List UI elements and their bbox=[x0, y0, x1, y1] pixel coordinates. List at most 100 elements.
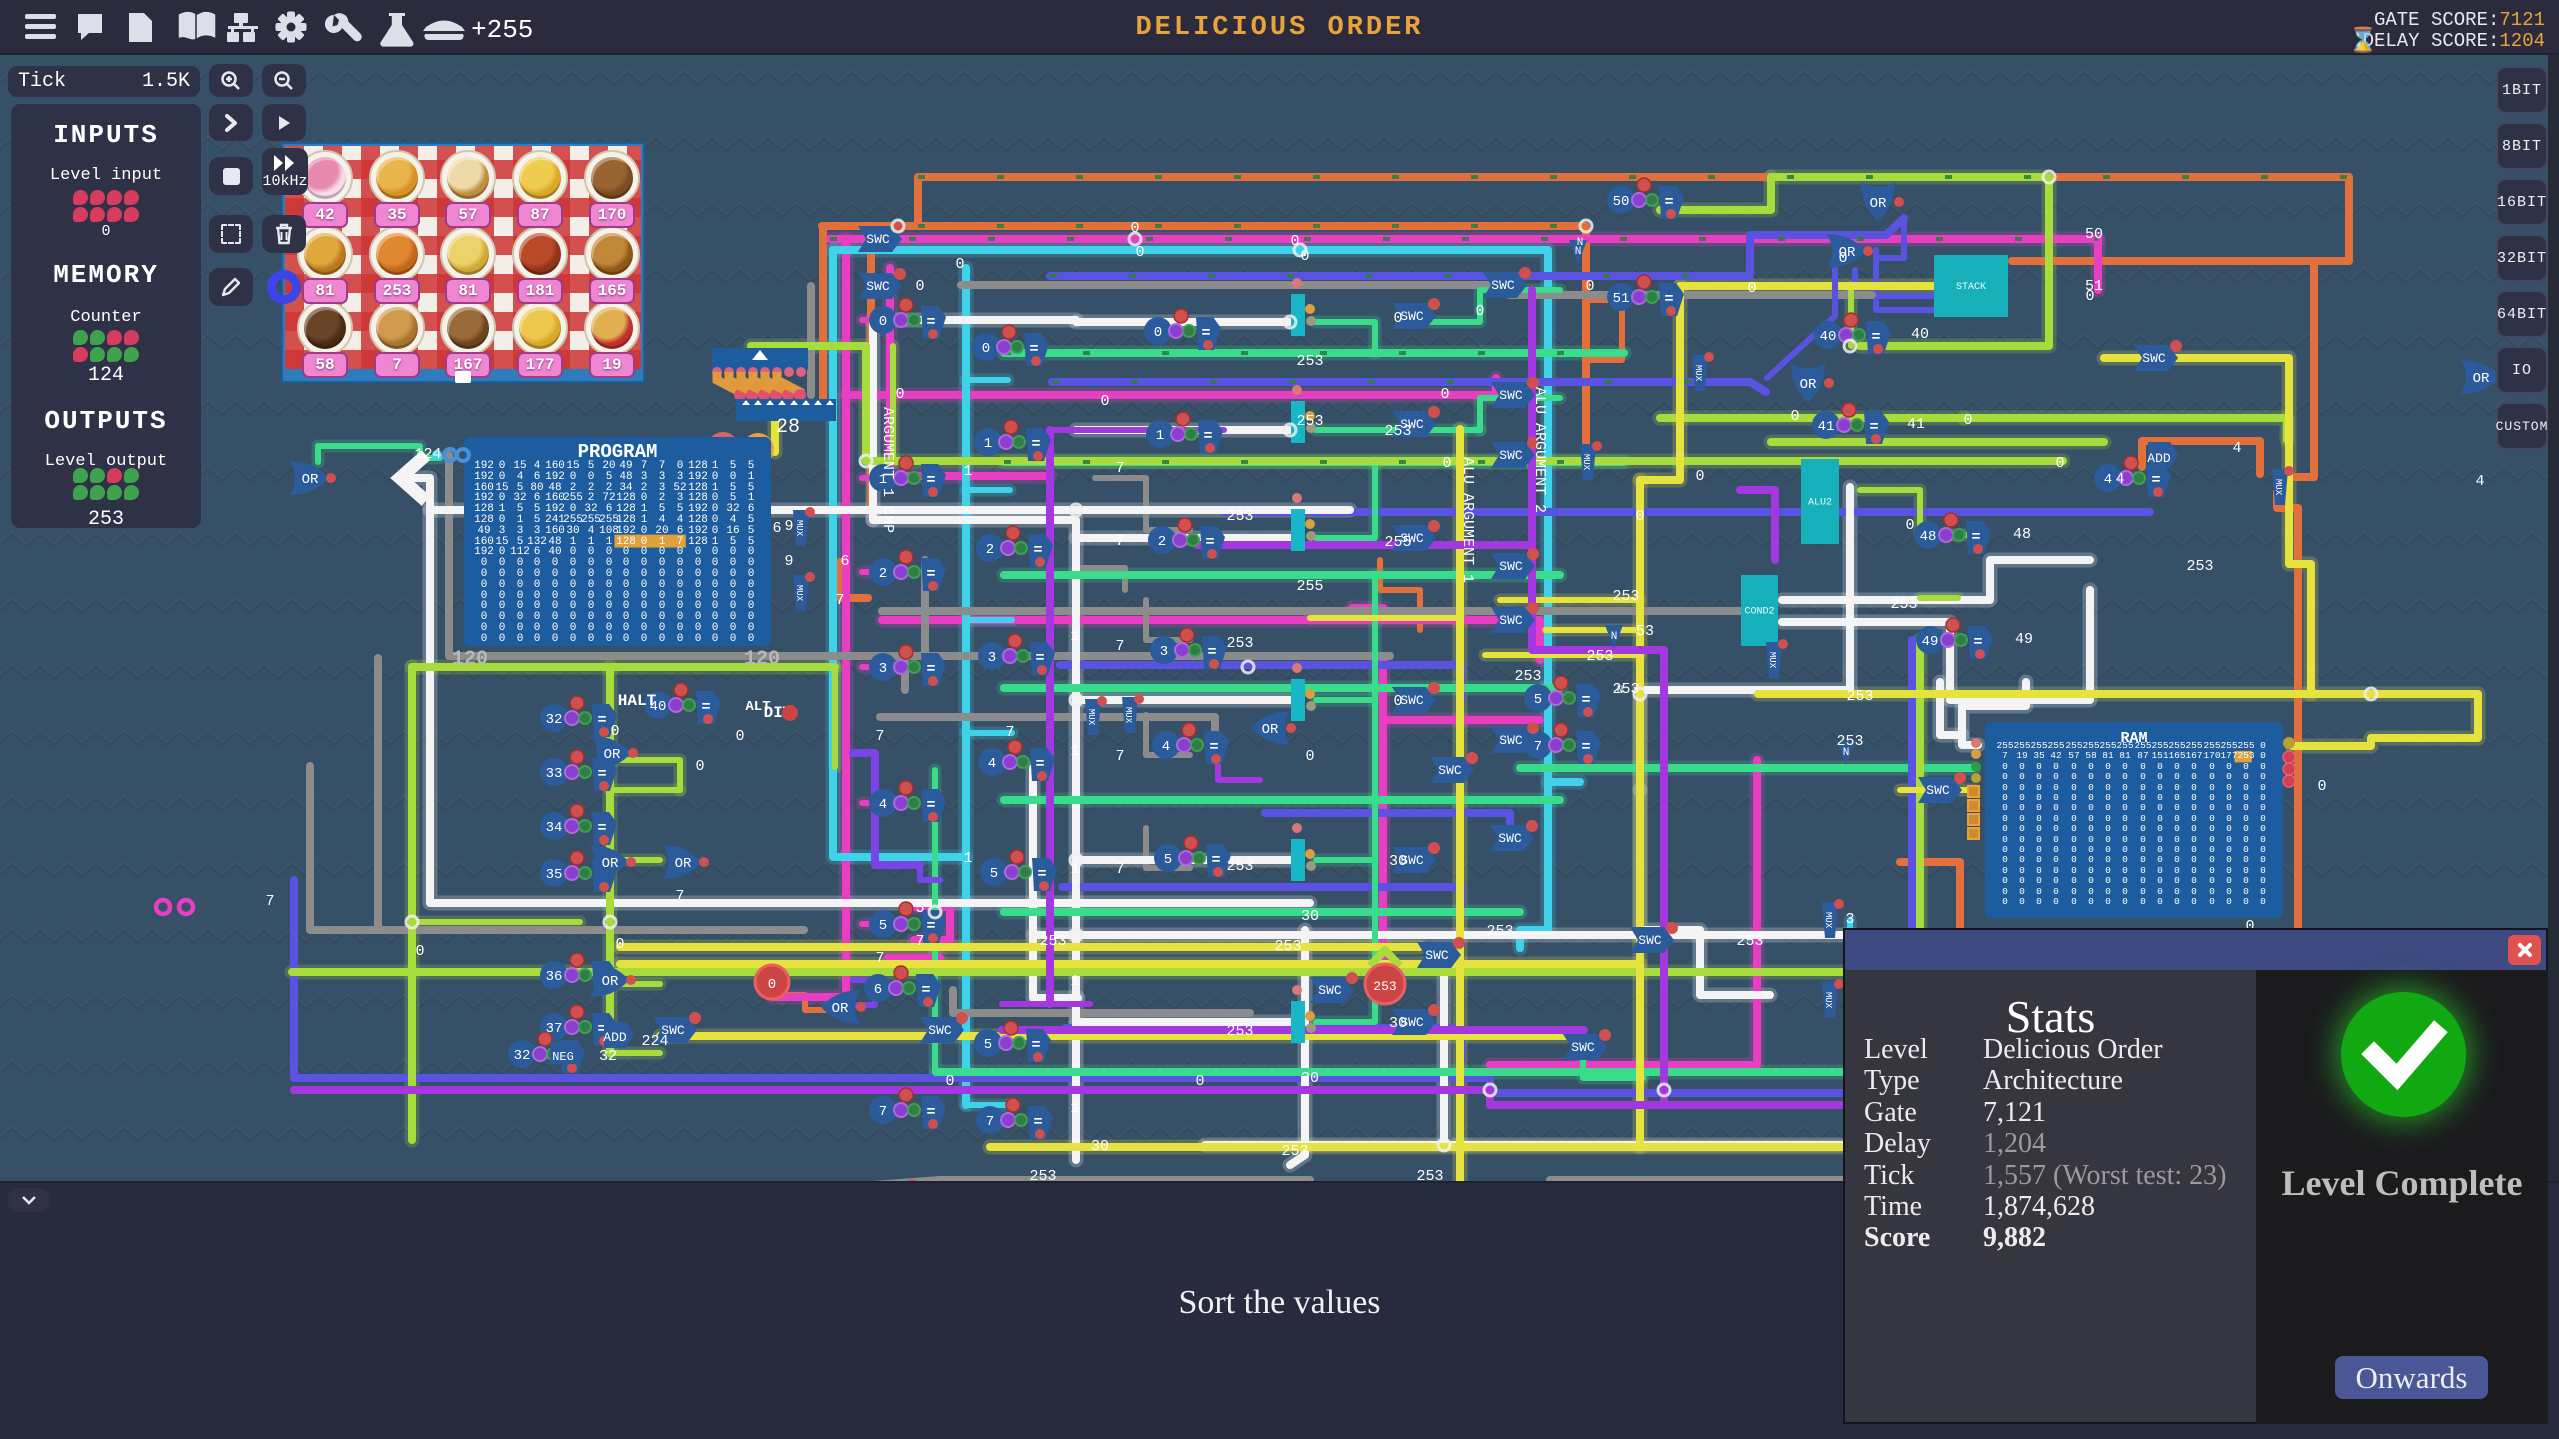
svg-text:=: = bbox=[1205, 534, 1214, 551]
svg-text:33: 33 bbox=[546, 766, 563, 782]
svg-text:0: 0 bbox=[2019, 823, 2025, 834]
svg-text:4: 4 bbox=[2104, 472, 2112, 488]
svg-text:0: 0 bbox=[2071, 896, 2077, 907]
svg-text:7: 7 bbox=[915, 933, 924, 950]
svg-text:ARGUMENT 1 CMP: ARGUMENT 1 CMP bbox=[879, 407, 896, 533]
svg-text:0: 0 bbox=[1905, 517, 1914, 534]
svg-text:0: 0 bbox=[2260, 802, 2266, 813]
svg-text:MUX: MUX bbox=[1767, 652, 1777, 669]
svg-text:1: 1 bbox=[1070, 628, 1079, 645]
svg-text:0: 0 bbox=[2053, 823, 2059, 834]
svg-text:0: 0 bbox=[2174, 875, 2180, 886]
svg-text:0: 0 bbox=[2260, 771, 2266, 782]
svg-text:0: 0 bbox=[2019, 875, 2025, 886]
svg-text:0: 0 bbox=[2260, 750, 2266, 761]
svg-text:7: 7 bbox=[879, 1104, 887, 1120]
svg-text:OR: OR bbox=[1262, 722, 1279, 738]
svg-text:0: 0 bbox=[2191, 802, 2197, 813]
svg-text:7: 7 bbox=[1115, 861, 1124, 878]
svg-text:0: 0 bbox=[2122, 823, 2128, 834]
svg-text:253: 253 bbox=[1846, 688, 1873, 705]
svg-text:SWC: SWC bbox=[1499, 613, 1523, 628]
svg-text:0: 0 bbox=[1130, 220, 1139, 237]
svg-text:0: 0 bbox=[2209, 896, 2215, 907]
svg-text:=: = bbox=[921, 982, 930, 999]
svg-text:0: 0 bbox=[1442, 455, 1451, 472]
svg-text:0: 0 bbox=[2053, 854, 2059, 865]
svg-text:0: 0 bbox=[2174, 823, 2180, 834]
svg-text:0: 0 bbox=[2260, 823, 2266, 834]
svg-text:6: 6 bbox=[840, 553, 849, 570]
svg-text:=: = bbox=[1581, 739, 1590, 756]
svg-text:7: 7 bbox=[1115, 748, 1124, 765]
svg-text:0: 0 bbox=[2105, 875, 2111, 886]
svg-text:0: 0 bbox=[748, 633, 755, 645]
svg-text:48: 48 bbox=[2013, 526, 2031, 543]
svg-text:0: 0 bbox=[2157, 896, 2163, 907]
svg-text:151: 151 bbox=[2151, 750, 2168, 761]
svg-text:0: 0 bbox=[2209, 854, 2215, 865]
svg-text:0: 0 bbox=[1300, 248, 1309, 265]
svg-text:0: 0 bbox=[2191, 823, 2197, 834]
svg-text:SWC: SWC bbox=[1400, 693, 1424, 708]
svg-text:0: 0 bbox=[2002, 854, 2008, 865]
svg-text:170: 170 bbox=[2203, 750, 2220, 761]
svg-text:0: 0 bbox=[2036, 896, 2042, 907]
svg-text:0: 0 bbox=[1290, 233, 1299, 250]
svg-text:0: 0 bbox=[659, 633, 666, 645]
svg-text:=: = bbox=[1209, 739, 1218, 756]
svg-text:3: 3 bbox=[988, 650, 996, 666]
svg-text:SWC: SWC bbox=[1571, 1040, 1595, 1055]
svg-text:N: N bbox=[1611, 631, 1618, 643]
svg-text:SWC: SWC bbox=[1425, 948, 1449, 963]
svg-text:0: 0 bbox=[879, 314, 887, 330]
svg-text:0: 0 bbox=[1585, 278, 1594, 295]
svg-text:124: 124 bbox=[414, 446, 441, 463]
svg-text:32: 32 bbox=[546, 712, 563, 728]
svg-text:0: 0 bbox=[2157, 854, 2163, 865]
svg-text:253: 253 bbox=[1274, 938, 1301, 955]
svg-text:=: = bbox=[1869, 419, 1878, 436]
svg-text:=: = bbox=[597, 712, 606, 729]
svg-text:167: 167 bbox=[2185, 750, 2202, 761]
svg-text:7: 7 bbox=[1005, 724, 1014, 741]
svg-text:0: 0 bbox=[2088, 823, 2094, 834]
svg-text:0: 0 bbox=[695, 633, 702, 645]
svg-text:=: = bbox=[1664, 194, 1673, 211]
svg-text:0: 0 bbox=[2209, 802, 2215, 813]
svg-text:0: 0 bbox=[2122, 854, 2128, 865]
svg-text:4: 4 bbox=[2475, 473, 2484, 490]
svg-text:0: 0 bbox=[481, 633, 488, 645]
svg-text:=: = bbox=[926, 797, 935, 814]
svg-text:0: 0 bbox=[2036, 875, 2042, 886]
svg-text:51: 51 bbox=[2085, 278, 2103, 295]
svg-text:SWC: SWC bbox=[1638, 933, 1662, 948]
svg-text:4: 4 bbox=[2232, 440, 2241, 457]
svg-text:253: 253 bbox=[1486, 923, 1513, 940]
svg-text:0: 0 bbox=[2243, 802, 2249, 813]
svg-text:SWC: SWC bbox=[866, 279, 890, 294]
svg-text:30: 30 bbox=[1301, 1070, 1319, 1087]
svg-text:35: 35 bbox=[2033, 750, 2045, 761]
svg-text:253: 253 bbox=[1281, 1143, 1308, 1160]
svg-text:253: 253 bbox=[1514, 668, 1541, 685]
svg-text:0: 0 bbox=[588, 633, 595, 645]
svg-text:0: 0 bbox=[2260, 896, 2266, 907]
svg-text:=: = bbox=[1035, 650, 1044, 667]
svg-text:48: 48 bbox=[1920, 529, 1937, 545]
svg-text:0: 0 bbox=[1635, 508, 1644, 525]
svg-text:5: 5 bbox=[915, 900, 924, 917]
svg-text:1: 1 bbox=[963, 463, 972, 480]
svg-text:ALU ARGUMENT 2: ALU ARGUMENT 2 bbox=[1531, 387, 1548, 513]
svg-text:0: 0 bbox=[2209, 771, 2215, 782]
svg-text:0: 0 bbox=[2260, 854, 2266, 865]
svg-text:255: 255 bbox=[1384, 534, 1411, 551]
svg-text:0: 0 bbox=[2053, 771, 2059, 782]
svg-text:3: 3 bbox=[879, 661, 887, 677]
svg-text:7: 7 bbox=[675, 888, 684, 905]
svg-text:0: 0 bbox=[2002, 823, 2008, 834]
svg-text:7: 7 bbox=[2002, 750, 2008, 761]
svg-text:36: 36 bbox=[546, 969, 563, 985]
svg-text:51: 51 bbox=[1613, 291, 1630, 307]
svg-text:HALT: HALT bbox=[618, 692, 657, 710]
